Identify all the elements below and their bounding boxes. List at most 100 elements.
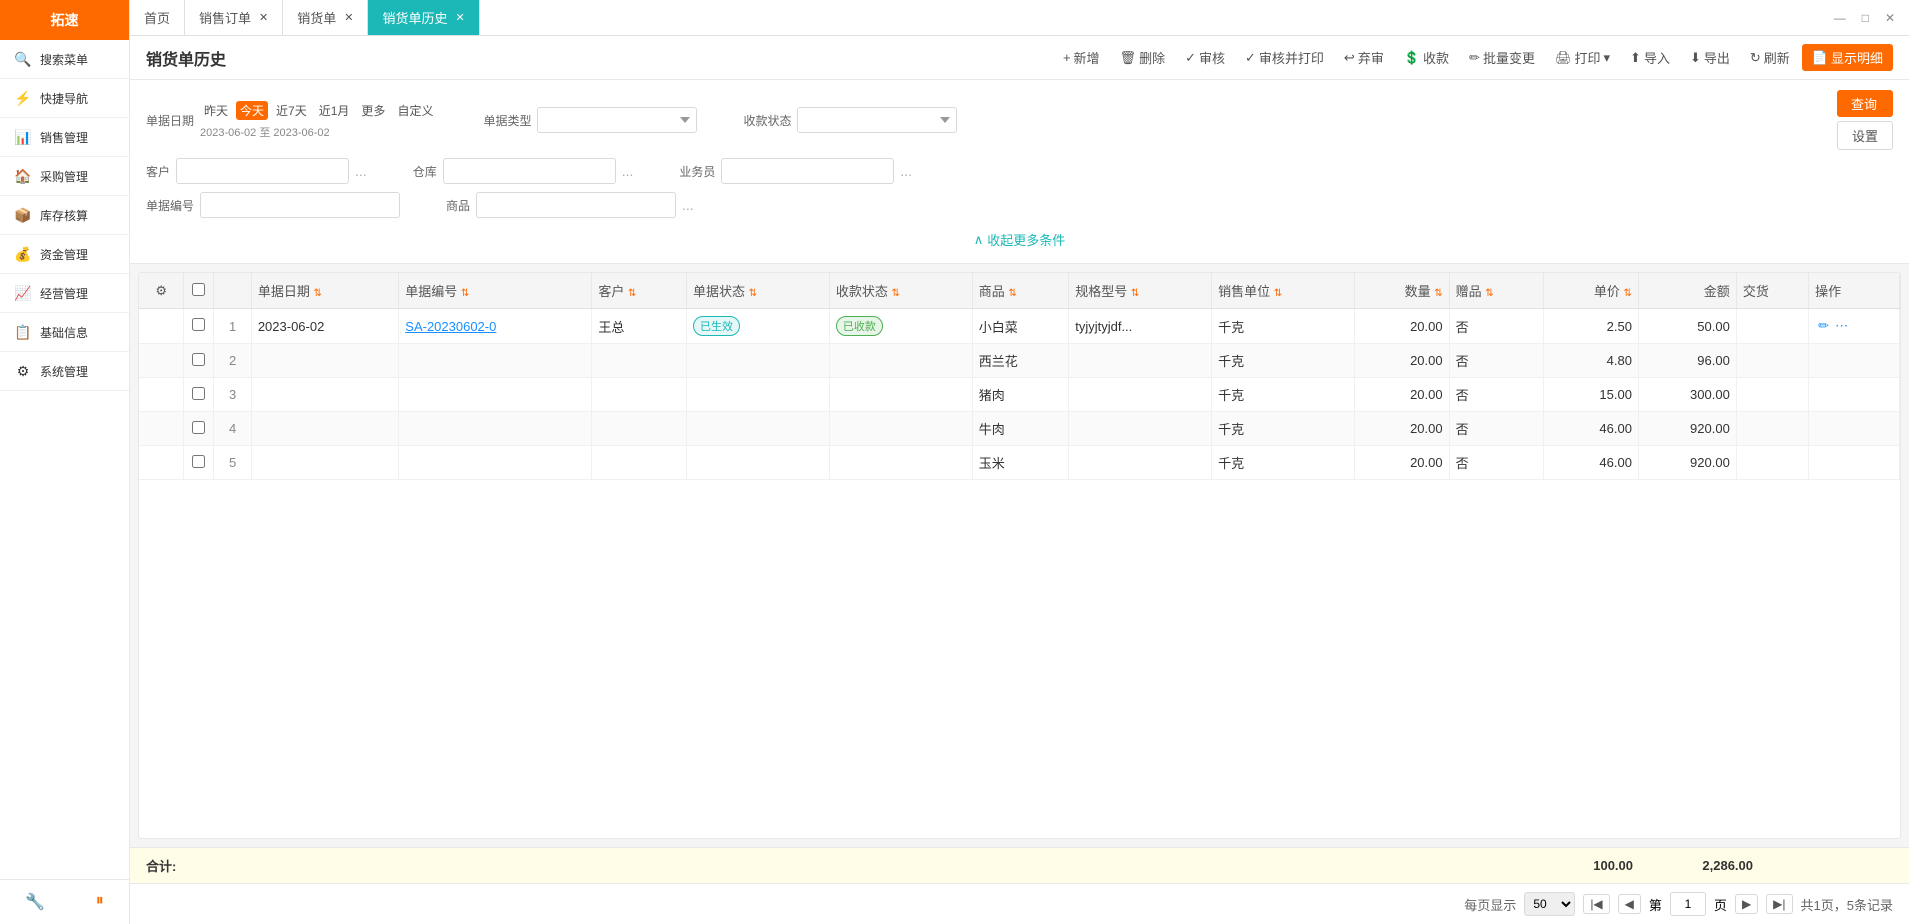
collapse-button[interactable]: ∧ 收起更多条件: [146, 226, 1893, 253]
batch-change-button[interactable]: ✏ 批量变更: [1461, 44, 1543, 71]
warehouse-input[interactable]: [443, 158, 616, 184]
shortcut-more[interactable]: 更多: [357, 101, 389, 120]
th-doc-status[interactable]: 单据状态 ⇅: [686, 273, 829, 309]
collect-button[interactable]: 💲 收款: [1396, 44, 1457, 71]
sidebar-item-label: 搜索菜单: [40, 51, 88, 68]
import-label: 导入: [1644, 48, 1670, 67]
th-goods[interactable]: 商品 ⇅: [972, 273, 1068, 309]
td-row-num: 1: [214, 309, 252, 344]
tab-sales-history-close[interactable]: ✕: [456, 11, 465, 24]
tab-sales-order[interactable]: 销售订单 ✕: [185, 0, 283, 35]
row-checkbox[interactable]: [192, 387, 205, 400]
th-gear[interactable]: ⚙: [139, 273, 184, 309]
last-page-btn[interactable]: ▶|: [1766, 894, 1792, 914]
th-sale-unit[interactable]: 销售单位 ⇅: [1212, 273, 1355, 309]
tab-sales-goods-close[interactable]: ✕: [344, 11, 353, 24]
more-action-btn[interactable]: ⋯: [1835, 318, 1848, 333]
doc-number-link[interactable]: SA-20230602-0: [405, 319, 496, 334]
delete-button[interactable]: 🗑 删除: [1112, 44, 1174, 71]
pay-status-select[interactable]: [797, 107, 957, 133]
shortcut-today[interactable]: 今天: [236, 101, 268, 120]
shortcut-custom[interactable]: 自定义: [393, 101, 437, 120]
doc-type-select[interactable]: [537, 107, 697, 133]
tab-sales-goods[interactable]: 销货单 ✕: [283, 0, 368, 35]
query-button[interactable]: 查询: [1837, 90, 1893, 117]
current-page-input[interactable]: 1: [1670, 892, 1706, 916]
td-action: [1809, 378, 1900, 412]
goods-dots[interactable]: ...: [682, 197, 694, 213]
select-all-checkbox[interactable]: [192, 283, 205, 296]
th-gift-label: 赠品: [1456, 284, 1482, 299]
row-checkbox[interactable]: [192, 455, 205, 468]
refresh-button[interactable]: ↻ 刷新: [1742, 44, 1798, 71]
first-page-btn[interactable]: |◀: [1583, 894, 1609, 914]
sidebar-item-sales-mgmt[interactable]: 📊 销售管理: [0, 118, 129, 157]
edit-action-btn[interactable]: ✏: [1818, 318, 1829, 333]
th-pay-status[interactable]: 收款状态 ⇅: [829, 273, 972, 309]
sidebar-item-quick-nav[interactable]: ⚡ 快捷导航: [0, 79, 129, 118]
pause-bottom-icon[interactable]: ⏸: [92, 888, 108, 916]
td-row-num: 4: [214, 412, 252, 446]
warehouse-dots[interactable]: ...: [622, 163, 634, 179]
doc-number-input[interactable]: [200, 192, 400, 218]
th-customer[interactable]: 客户 ⇅: [592, 273, 687, 309]
row-checkbox[interactable]: [192, 353, 205, 366]
audit-print-button[interactable]: ✓ 审核并打印: [1237, 44, 1332, 71]
sidebar-item-system-mgmt[interactable]: ⚙ 系统管理: [0, 352, 129, 391]
shortcut-yesterday[interactable]: 昨天: [200, 101, 232, 120]
sidebar-item-operations-mgmt[interactable]: 📈 经营管理: [0, 274, 129, 313]
per-page-select[interactable]: 50 100: [1524, 892, 1575, 916]
export-button[interactable]: ⬇ 导出: [1682, 44, 1738, 71]
settings-bottom-icon[interactable]: 🔧: [21, 888, 49, 916]
td-doc-date: [251, 412, 398, 446]
audit-button[interactable]: ✓ 审核: [1177, 44, 1233, 71]
td-doc-number: SA-20230602-0: [399, 309, 592, 344]
staff-dots[interactable]: ...: [900, 163, 912, 179]
sidebar-item-search-menu[interactable]: 🔍 搜索菜单: [0, 40, 129, 79]
th-spec-type[interactable]: 规格型号 ⇅: [1069, 273, 1212, 309]
th-unit-price[interactable]: 单价 ⇅: [1544, 273, 1639, 309]
maximize-btn[interactable]: □: [1858, 9, 1873, 27]
sidebar-item-inventory[interactable]: 📦 库存核算: [0, 196, 129, 235]
th-action-label: 操作: [1815, 284, 1841, 299]
shortcut-week[interactable]: 近7天: [272, 101, 311, 120]
query-label: 查询: [1851, 94, 1877, 113]
prev-page-btn[interactable]: ◀: [1618, 894, 1641, 914]
th-doc-date[interactable]: 单据日期 ⇅: [251, 273, 398, 309]
td-check[interactable]: [184, 344, 214, 378]
next-page-btn[interactable]: ▶: [1735, 894, 1758, 914]
td-check[interactable]: [184, 412, 214, 446]
row-checkbox[interactable]: [192, 318, 205, 331]
td-check[interactable]: [184, 446, 214, 480]
staff-input[interactable]: [721, 158, 894, 184]
tab-sales-history[interactable]: 销货单历史 ✕: [368, 0, 479, 35]
pay-status-label: 收款状态: [743, 112, 791, 129]
sidebar-item-purchase-mgmt[interactable]: 🏠 采购管理: [0, 157, 129, 196]
collect-label: 收款: [1423, 48, 1449, 67]
shortcut-month[interactable]: 近1月: [315, 101, 354, 120]
th-doc-number[interactable]: 单据编号 ⇅: [399, 273, 592, 309]
td-check[interactable]: [184, 309, 214, 344]
goods-input[interactable]: [476, 192, 676, 218]
settings-button[interactable]: 设置: [1837, 121, 1893, 150]
sidebar-item-finance-mgmt[interactable]: 💰 资金管理: [0, 235, 129, 274]
customer-dots[interactable]: ...: [355, 163, 367, 179]
th-gift[interactable]: 赠品 ⇅: [1449, 273, 1544, 309]
row-checkbox[interactable]: [192, 421, 205, 434]
tab-home[interactable]: 首页: [130, 0, 185, 35]
tab-sales-order-close[interactable]: ✕: [259, 11, 268, 24]
new-button[interactable]: + 新增: [1055, 44, 1108, 71]
th-check[interactable]: [184, 273, 214, 309]
customer-input[interactable]: [176, 158, 349, 184]
tab-sales-goods-label: 销货单: [297, 8, 336, 27]
close-btn[interactable]: ✕: [1881, 9, 1899, 27]
minimize-btn[interactable]: —: [1830, 9, 1850, 27]
import-button[interactable]: ⬆ 导入: [1622, 44, 1678, 71]
abandon-button[interactable]: ↩ 弃审: [1336, 44, 1392, 71]
show-detail-button[interactable]: 📄 显示明细: [1802, 44, 1893, 71]
th-quantity[interactable]: 数量 ⇅: [1354, 273, 1449, 309]
td-check[interactable]: [184, 378, 214, 412]
td-delivery: [1736, 446, 1808, 480]
print-button[interactable]: 🖨 打印 ▾: [1547, 44, 1618, 71]
sidebar-item-basic-info[interactable]: 📋 基础信息: [0, 313, 129, 352]
